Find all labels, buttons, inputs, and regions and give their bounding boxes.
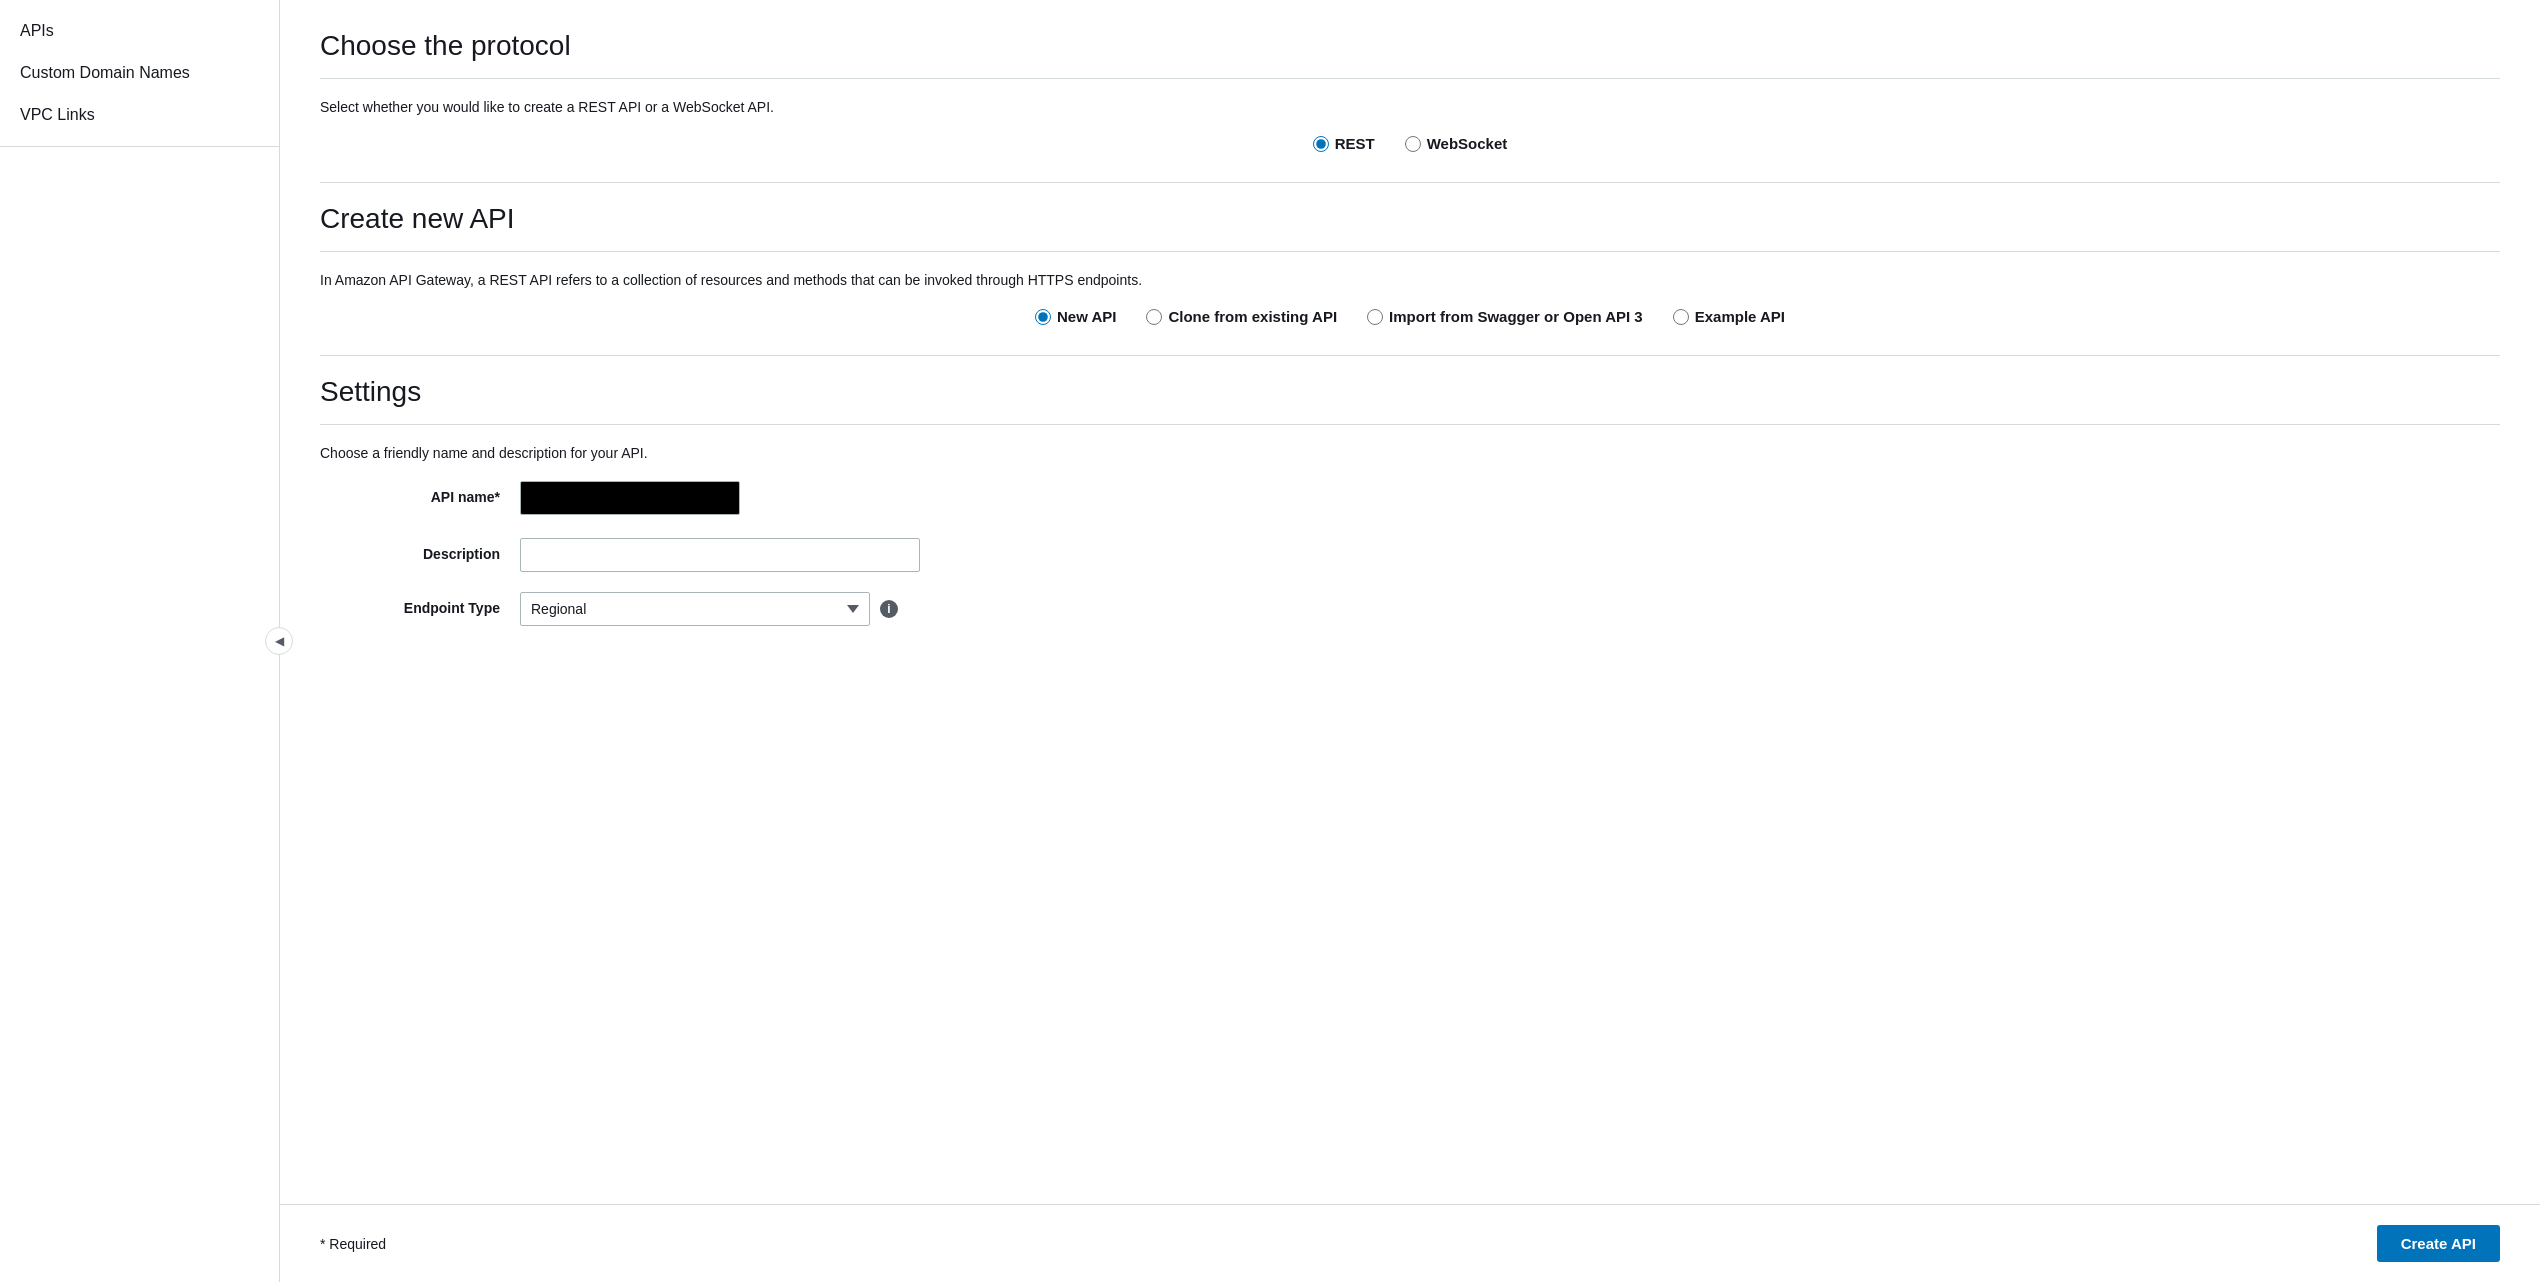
protocol-divider [320, 182, 2500, 183]
protocol-websocket-text: WebSocket [1427, 135, 1508, 152]
api-type-clone-label[interactable]: Clone from existing API [1146, 308, 1337, 325]
required-note: * Required [320, 1236, 386, 1252]
api-type-import-label[interactable]: Import from Swagger or Open API 3 [1367, 308, 1643, 325]
page-footer: * Required Create API [280, 1204, 2540, 1282]
description-label: Description [320, 538, 520, 562]
settings-description: Choose a friendly name and description f… [320, 445, 2500, 461]
sidebar-item-custom-domain-names[interactable]: Custom Domain Names [0, 52, 279, 94]
api-name-field-row: API name* [320, 481, 2500, 518]
create-api-section-header: Create new API [320, 203, 2500, 252]
create-api-title: Create new API [320, 203, 2500, 235]
api-type-import-radio[interactable] [1367, 309, 1383, 325]
content-area: Choose the protocol Select whether you w… [280, 0, 2540, 1204]
api-type-import-text: Import from Swagger or Open API 3 [1389, 308, 1643, 325]
description-control-wrapper [520, 538, 920, 572]
settings-section-header: Settings [320, 376, 2500, 425]
api-type-example-text: Example API [1695, 308, 1785, 325]
protocol-radio-group: REST WebSocket [320, 135, 2500, 152]
create-api-description: In Amazon API Gateway, a REST API refers… [320, 272, 2500, 288]
sidebar-divider [0, 146, 279, 147]
protocol-websocket-radio[interactable] [1405, 136, 1421, 152]
sidebar-collapse-button[interactable]: ◀ [265, 627, 293, 655]
sidebar-item-vpc-links[interactable]: VPC Links [0, 94, 279, 136]
sidebar-item-apis[interactable]: APIs [0, 10, 279, 52]
settings-section: Settings Choose a friendly name and desc… [320, 376, 2500, 626]
api-type-example-label[interactable]: Example API [1673, 308, 1785, 325]
endpoint-type-label: Endpoint Type [320, 592, 520, 616]
endpoint-type-info-icon[interactable]: i [880, 600, 898, 618]
protocol-section-title: Choose the protocol [320, 30, 2500, 62]
api-name-input-filled[interactable] [520, 481, 740, 515]
protocol-rest-radio[interactable] [1313, 136, 1329, 152]
create-api-section: Create new API In Amazon API Gateway, a … [320, 203, 2500, 325]
create-api-button[interactable]: Create API [2377, 1225, 2500, 1262]
api-type-new-radio[interactable] [1035, 309, 1051, 325]
api-type-example-radio[interactable] [1673, 309, 1689, 325]
protocol-section: Choose the protocol Select whether you w… [320, 30, 2500, 152]
protocol-description: Select whether you would like to create … [320, 99, 2500, 115]
sidebar: APIs Custom Domain Names VPC Links ◀ [0, 0, 280, 1282]
main-content: Choose the protocol Select whether you w… [280, 0, 2540, 1282]
protocol-rest-label[interactable]: REST [1313, 135, 1375, 152]
api-name-control-wrapper [520, 481, 920, 518]
api-type-clone-text: Clone from existing API [1168, 308, 1337, 325]
protocol-websocket-label[interactable]: WebSocket [1405, 135, 1508, 152]
create-api-divider [320, 355, 2500, 356]
description-input[interactable] [520, 538, 920, 572]
protocol-section-header: Choose the protocol [320, 30, 2500, 79]
api-name-label: API name* [320, 481, 520, 505]
api-type-new-text: New API [1057, 308, 1116, 325]
protocol-rest-text: REST [1335, 135, 1375, 152]
endpoint-type-select[interactable]: Regional Edge Optimized Private [520, 592, 870, 626]
api-type-clone-radio[interactable] [1146, 309, 1162, 325]
endpoint-type-field-row: Endpoint Type Regional Edge Optimized Pr… [320, 592, 2500, 626]
settings-title: Settings [320, 376, 2500, 408]
endpoint-type-wrapper: Regional Edge Optimized Private i [520, 592, 920, 626]
api-type-radio-group: New API Clone from existing API Import f… [320, 308, 2500, 325]
description-field-row: Description [320, 538, 2500, 572]
api-type-new-label[interactable]: New API [1035, 308, 1116, 325]
endpoint-type-control-wrapper: Regional Edge Optimized Private i [520, 592, 920, 626]
